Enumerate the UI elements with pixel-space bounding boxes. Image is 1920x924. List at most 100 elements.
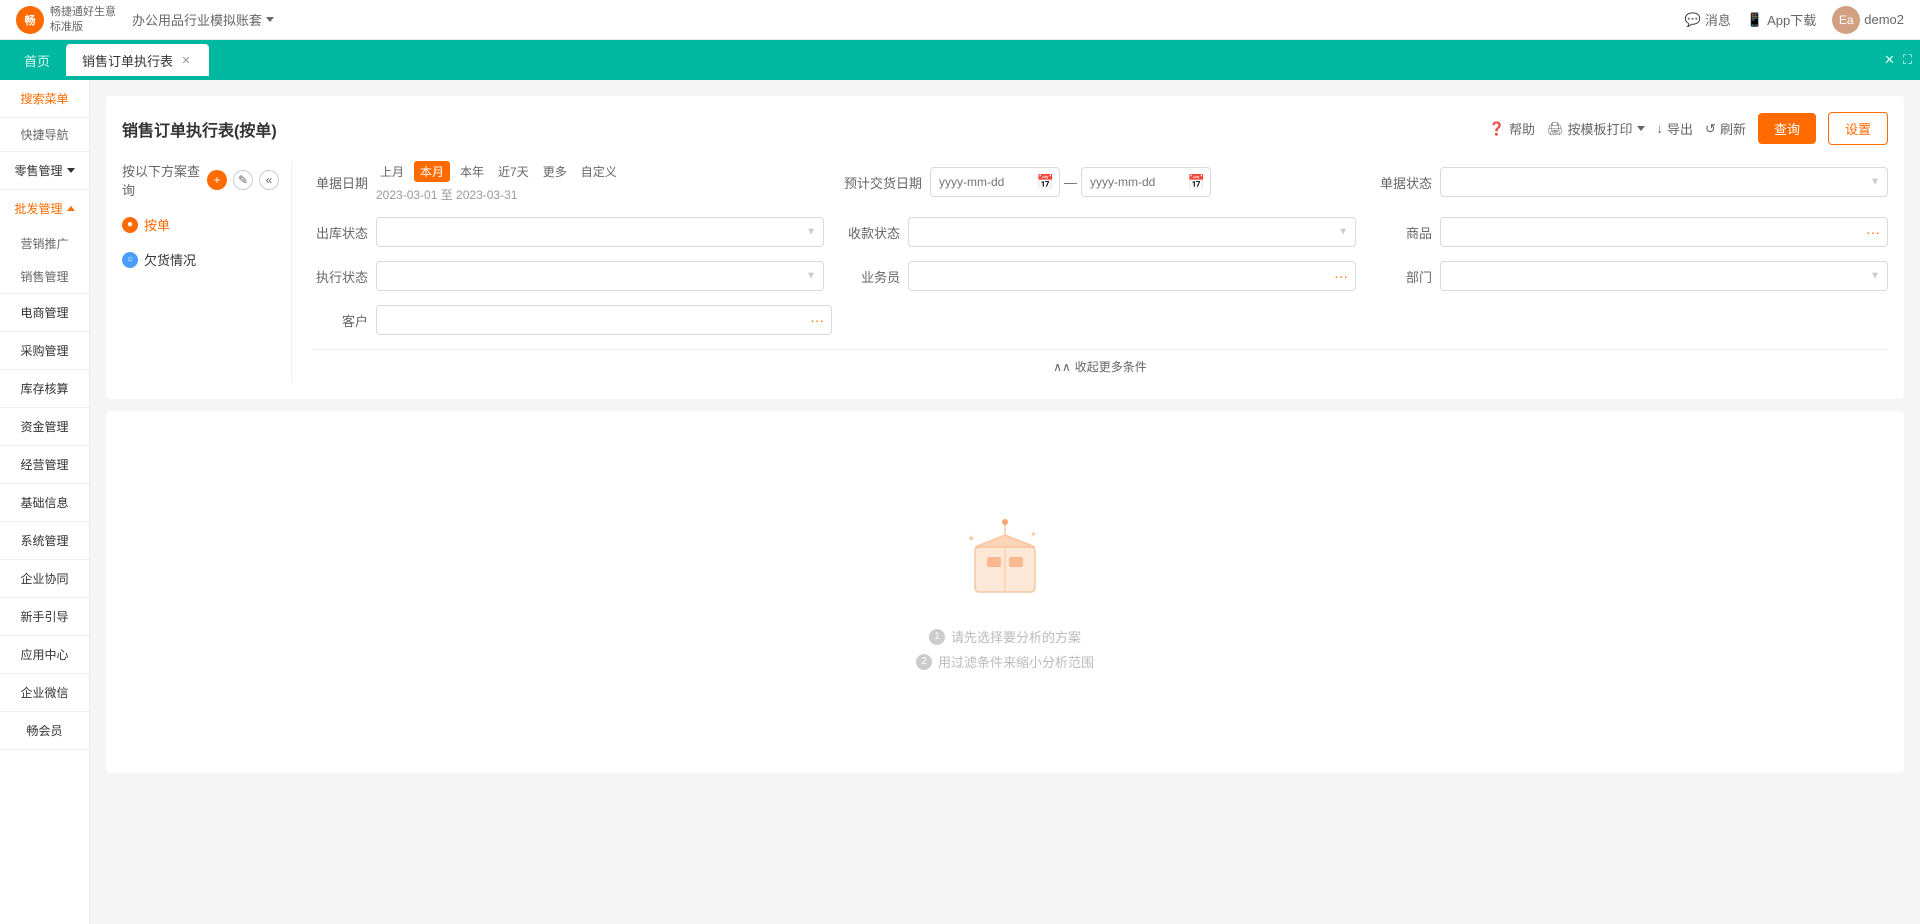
date-tag-custom[interactable]: 自定义 (577, 161, 621, 182)
date-tag-this-month[interactable]: 本月 (414, 161, 450, 182)
tab-home[interactable]: 首页 (8, 44, 66, 76)
dept-label: 部门 (1376, 267, 1432, 286)
payment-status-select[interactable] (908, 217, 1356, 247)
expected-date-from-wrapper: 📅 (930, 167, 1060, 197)
calendar-to-icon: 📅 (1188, 174, 1205, 191)
svg-text:✦: ✦ (1030, 530, 1037, 539)
date-label: 单据日期 (312, 173, 368, 192)
chevron-down-icon (67, 168, 75, 173)
dept-select[interactable] (1440, 261, 1888, 291)
empty-state-card: ✦ ✦ 1 请先选择要分析的方案 2 用过滤条件来缩小分析范围 (106, 411, 1904, 773)
sidebar-item-enterprise[interactable]: 企业协同 (0, 560, 89, 598)
salesperson-more-icon[interactable]: ··· (1334, 268, 1348, 284)
customer-input[interactable] (376, 305, 832, 335)
sidebar-item-finance[interactable]: 资金管理 (0, 408, 89, 446)
salesperson-control: ··· (908, 261, 1356, 291)
page-title-row: 销售订单执行表(按单) ❓ 帮助 🖨 按模板打印 ↓ (122, 112, 1888, 145)
sidebar-item-inventory[interactable]: 库存核算 (0, 370, 89, 408)
left-panel-header: 按以下方案查询 + ✎ « (122, 161, 279, 199)
settings-btn[interactable]: 设置 (1828, 112, 1888, 145)
message-btn[interactable]: 💬 消息 (1685, 10, 1731, 29)
date-tag-last-month[interactable]: 上月 (376, 161, 408, 182)
user-profile[interactable]: Ea demo2 (1832, 6, 1904, 34)
date-tag-this-year[interactable]: 本年 (456, 161, 488, 182)
query-btn[interactable]: 查询 (1758, 113, 1816, 144)
filter-payment-status: 收款状态 ▼ (844, 217, 1356, 247)
filter-goods: 商品 ··· (1376, 217, 1888, 247)
sidebar-item-marketing[interactable]: 营销推广 (0, 227, 89, 260)
logo-text: 畅捷通好生意 标准版 (50, 5, 116, 34)
sidebar-item-operations[interactable]: 经营管理 (0, 446, 89, 484)
exec-status-label: 执行状态 (312, 267, 368, 286)
date-range-display: 2023-03-01 至 2023-03-31 (376, 186, 824, 203)
tab-minimize-icon[interactable]: ✕ (1884, 52, 1895, 68)
dept-control: ▼ (1440, 261, 1888, 291)
page-actions: ❓ 帮助 🖨 按模板打印 ↓ 导出 ↺ (1489, 112, 1888, 145)
content-area: 销售订单执行表(按单) ❓ 帮助 🖨 按模板打印 ↓ (90, 80, 1920, 924)
print-dropdown-icon (1637, 126, 1645, 131)
svg-text:✦: ✦ (967, 534, 975, 545)
expected-date-group: 📅 — 📅 (930, 167, 1211, 197)
refresh-btn[interactable]: ↺ 刷新 (1705, 119, 1746, 138)
goods-more-icon[interactable]: ··· (1866, 224, 1880, 240)
header-right: 💬 消息 📱 App下载 Ea demo2 (1685, 6, 1904, 34)
sidebar-item-newbie[interactable]: 新手引导 (0, 598, 89, 636)
help-btn[interactable]: ❓ 帮助 (1489, 119, 1535, 138)
sidebar-item-system[interactable]: 系统管理 (0, 522, 89, 560)
nav-item-by-order[interactable]: ● 按单 (122, 207, 279, 242)
chevron-up-icon (67, 206, 75, 211)
logo-area: 畅 畅捷通好生意 标准版 (16, 5, 116, 34)
filter-row-2: 出库状态 ▼ 收款状态 (312, 217, 1888, 247)
sidebar-item-wholesale[interactable]: 批发管理 (0, 190, 89, 227)
salesperson-input[interactable] (908, 261, 1356, 291)
empty-illustration: ✦ ✦ (955, 507, 1055, 607)
filter-date: 单据日期 上月 本月 本年 近7天 更多 自定义 (312, 161, 824, 203)
date-control: 上月 本月 本年 近7天 更多 自定义 2023-03-01 至 2023-03… (376, 161, 824, 203)
sidebar-item-procurement[interactable]: 采购管理 (0, 332, 89, 370)
filter-delivery-status: 出库状态 ▼ (312, 217, 824, 247)
tab-expand-icon[interactable]: ⛶ (1903, 52, 1912, 68)
header-left: 畅 畅捷通好生意 标准版 办公用品行业模拟账套 (16, 5, 282, 34)
sidebar-search[interactable]: 搜索菜单 (0, 80, 89, 118)
collapse-panel-btn[interactable]: « (259, 170, 279, 190)
export-btn[interactable]: ↓ 导出 (1657, 119, 1694, 138)
customer-label: 客户 (312, 311, 368, 330)
sidebar-item-base-info[interactable]: 基础信息 (0, 484, 89, 522)
tab-sales-order[interactable]: 销售订单执行表 ✕ (66, 44, 209, 76)
sidebar-item-retail[interactable]: 零售管理 (0, 152, 89, 189)
collapse-btn[interactable]: ∧∧ 收起更多条件 (1053, 358, 1147, 375)
sidebar-item-ecommerce[interactable]: 电商管理 (0, 294, 89, 332)
print-btn[interactable]: 🖨 按模板打印 (1547, 119, 1645, 138)
nav-item-shortage[interactable]: ○ 欠货情况 (122, 242, 279, 277)
date-tag-7days[interactable]: 近7天 (494, 161, 533, 182)
exec-status-select[interactable] (376, 261, 824, 291)
sidebar-item-app-center[interactable]: 应用中心 (0, 636, 89, 674)
logo-icon: 畅 (16, 6, 44, 34)
app-download-btn[interactable]: 📱 App下载 (1747, 10, 1816, 29)
filter-exec-status: 执行状态 ▼ (312, 261, 824, 291)
calendar-from-icon: 📅 (1037, 174, 1054, 191)
edit-scheme-btn[interactable]: ✎ (233, 170, 253, 190)
sidebar-item-sales[interactable]: 销售管理 (0, 260, 89, 293)
filter-salesperson: 业务员 ··· (844, 261, 1356, 291)
sidebar-item-members[interactable]: 畅会员 (0, 712, 89, 750)
filter-row-3: 执行状态 ▼ 业务员 (312, 261, 1888, 291)
status-select[interactable] (1440, 167, 1888, 197)
add-scheme-btn[interactable]: + (207, 170, 227, 190)
filter-layout: 按以下方案查询 + ✎ « ● 按单 ○ (122, 161, 1888, 383)
collapse-row: ∧∧ 收起更多条件 (312, 349, 1888, 383)
main-layout: 搜索菜单 快捷导航 零售管理 批发管理 营销推广 销售管理 电商管理 (0, 80, 1920, 924)
customer-more-icon[interactable]: ··· (810, 312, 824, 328)
sidebar-quick-nav[interactable]: 快捷导航 (0, 118, 89, 152)
goods-input[interactable] (1440, 217, 1888, 247)
date-tag-more[interactable]: 更多 (539, 161, 571, 182)
tab-close-icon[interactable]: ✕ (179, 53, 193, 67)
delivery-status-select[interactable] (376, 217, 824, 247)
sidebar-item-wechat[interactable]: 企业微信 (0, 674, 89, 712)
payment-status-control: ▼ (908, 217, 1356, 247)
sidebar-group-wholesale: 批发管理 营销推广 销售管理 (0, 190, 89, 294)
avatar: Ea (1832, 6, 1860, 34)
tab-bar: 首页 销售订单执行表 ✕ ✕ ⛶ (0, 40, 1920, 80)
company-selector[interactable]: 办公用品行业模拟账套 (124, 6, 282, 33)
filter-expected-date: 预计交货日期 📅 — 📅 (844, 167, 1356, 197)
